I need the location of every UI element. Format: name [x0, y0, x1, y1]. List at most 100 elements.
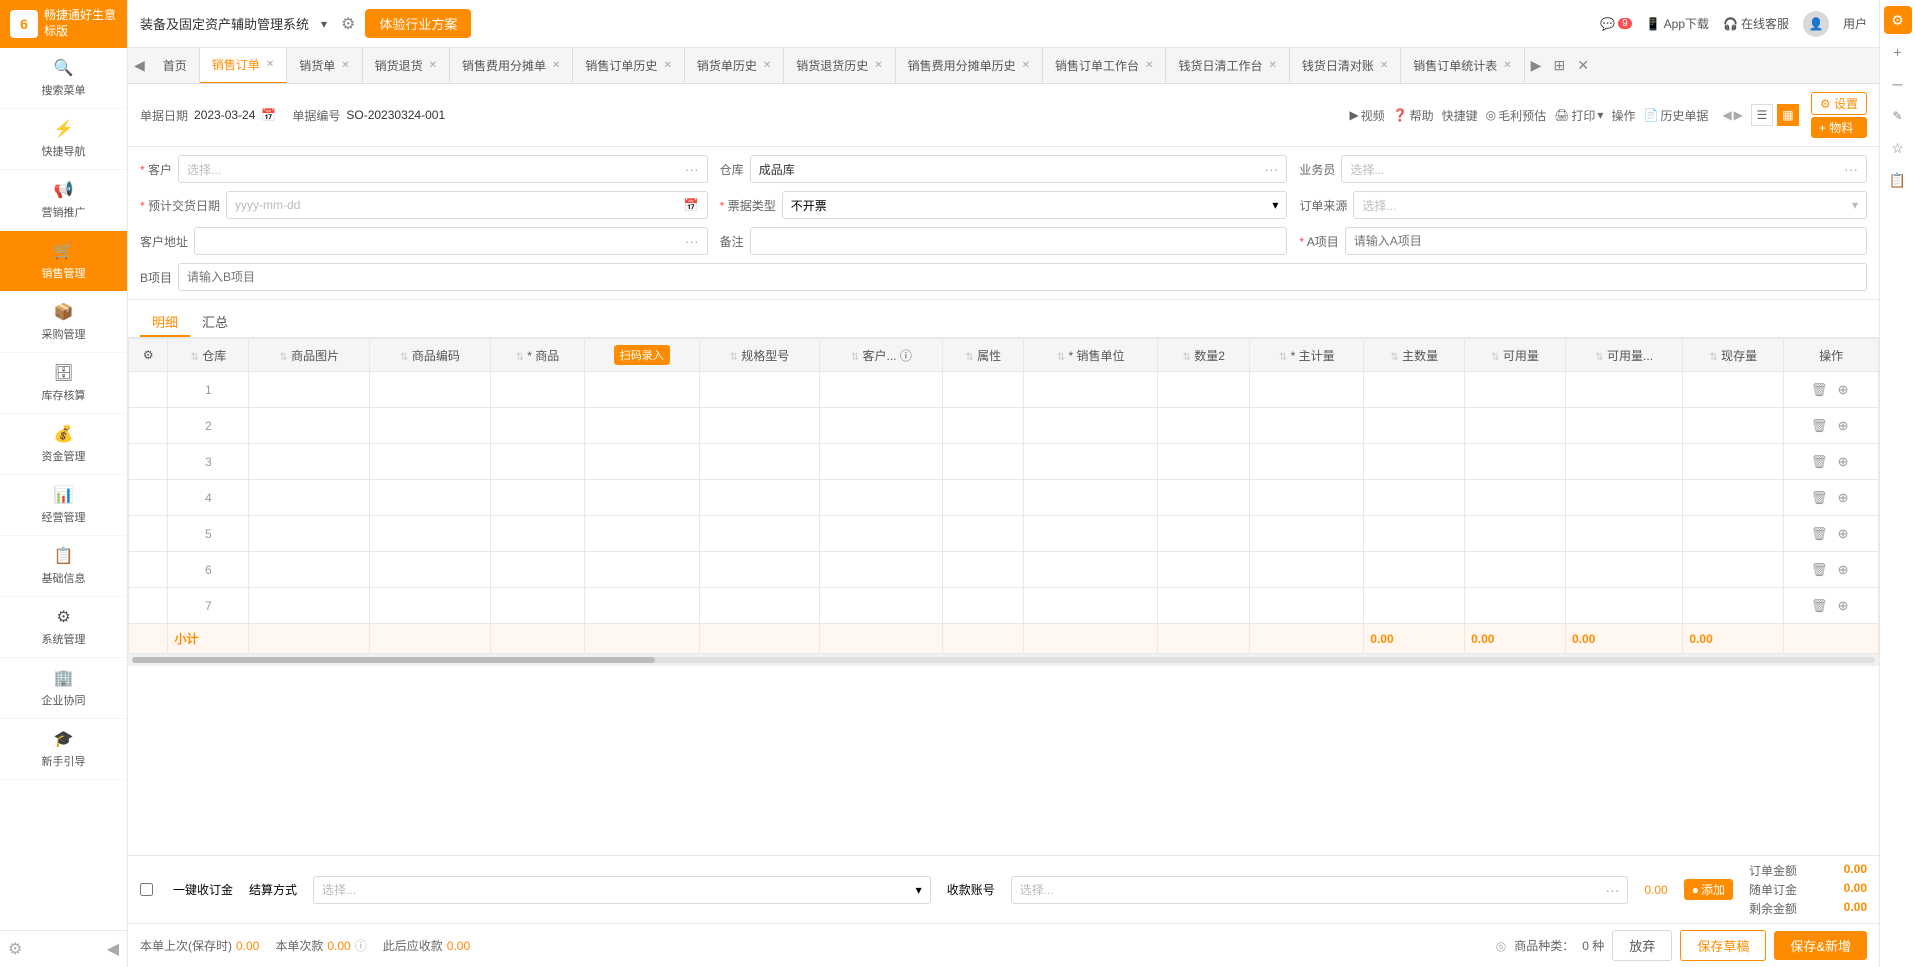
tab-close-11[interactable]: ✕	[1380, 60, 1388, 71]
online-service-btn[interactable]: 🎧 在线客服	[1723, 15, 1789, 32]
right-panel-icon-4[interactable]: ✎	[1884, 102, 1912, 130]
salesperson-dots-btn[interactable]: ···	[1844, 161, 1858, 177]
settings-btn[interactable]: ⚙ 设置	[1811, 92, 1867, 115]
remarks-input[interactable]	[750, 227, 1288, 255]
row-copy-4[interactable]: ⊕	[1833, 488, 1853, 508]
salesperson-input[interactable]: 选择... ···	[1341, 155, 1867, 183]
customer-dots-btn[interactable]: ···	[685, 161, 699, 177]
right-panel-icon-5[interactable]: ☆	[1884, 134, 1912, 162]
sort-icon-available[interactable]: ⇅	[1491, 352, 1499, 363]
right-panel-icon-2[interactable]: +	[1884, 38, 1912, 66]
sidebar-item-sales[interactable]: 🛒销售管理	[0, 231, 127, 292]
tab-12[interactable]: 销售订单统计表✕	[1401, 48, 1524, 84]
customer-input[interactable]: 选择... ···	[178, 155, 708, 183]
tab-8[interactable]: 销售费用分摊单历史✕	[896, 48, 1043, 84]
sort-icon-spec[interactable]: ⇅	[730, 352, 738, 363]
tab-5[interactable]: 销售订单历史✕	[573, 48, 684, 84]
sidebar-settings-icon[interactable]: ⚙	[8, 939, 22, 959]
warehouse-dots-btn[interactable]: ···	[1264, 161, 1278, 177]
tab-close-8[interactable]: ✕	[1022, 60, 1030, 71]
tab-3[interactable]: 销货退货✕	[363, 48, 450, 84]
tab-close-5[interactable]: ✕	[663, 60, 671, 71]
sidebar-item-operations[interactable]: 📊经营管理	[0, 475, 127, 536]
address-dots-btn[interactable]: ···	[685, 233, 699, 249]
tab-0[interactable]: 首页	[151, 48, 200, 84]
add-material-btn[interactable]: + 物料	[1811, 117, 1867, 138]
print-dropdown-icon[interactable]: ▾	[1597, 108, 1603, 122]
tab-11[interactable]: 钱货日清对账✕	[1290, 48, 1401, 84]
one-click-checkbox[interactable]	[140, 883, 153, 896]
detail-tab-1[interactable]: 汇总	[190, 308, 240, 337]
sidebar-collapse-icon[interactable]: ◀	[107, 939, 119, 959]
account-select[interactable]: 选择... ···	[1011, 876, 1629, 904]
gear-col-icon[interactable]: ⚙	[143, 348, 154, 362]
delivery-input[interactable]: yyyy-mm-dd 📅	[226, 191, 708, 219]
invoice-select[interactable]: 不开票 ▾	[782, 191, 1288, 219]
sort-icon-main_qty[interactable]: ⇅	[1390, 352, 1398, 363]
order-source-input[interactable]: 选择... ▾	[1353, 191, 1867, 219]
row-copy-1[interactable]: ⊕	[1833, 380, 1853, 400]
right-panel-icon-6[interactable]: 📋	[1884, 166, 1912, 194]
right-panel-icon-1[interactable]: ⚙	[1884, 6, 1912, 34]
tab-10[interactable]: 钱货日清工作台✕	[1166, 48, 1289, 84]
sort-icon-code[interactable]: ⇅	[400, 352, 408, 363]
sidebar-item-inventory[interactable]: 🗄库存核算	[0, 353, 127, 414]
grid-view-btn[interactable]: ▦	[1777, 104, 1799, 126]
row-copy-3[interactable]: ⊕	[1833, 452, 1853, 472]
topbar-settings-icon[interactable]: ⚙	[341, 14, 355, 34]
experience-btn[interactable]: 体验行业方案	[365, 9, 471, 38]
row-copy-5[interactable]: ⊕	[1833, 524, 1853, 544]
tab-close-3[interactable]: ✕	[429, 60, 437, 71]
discard-btn[interactable]: 放弃	[1612, 930, 1672, 961]
row-delete-6[interactable]: 🗑	[1809, 560, 1829, 580]
list-view-btn[interactable]: ☰	[1751, 104, 1773, 126]
scan-btn[interactable]: 扫码录入	[614, 345, 670, 365]
payment-method-select[interactable]: 选择... ▾	[313, 876, 931, 904]
sidebar-item-guide[interactable]: 🎓新手引导	[0, 719, 127, 780]
sidebar-item-search[interactable]: 🔍搜索菜单	[0, 48, 127, 109]
tab-6[interactable]: 销货单历史✕	[685, 48, 784, 84]
save-draft-btn[interactable]: 保存草稿	[1680, 930, 1766, 961]
profit-btn[interactable]: ◎ 毛利预估	[1486, 107, 1547, 124]
tab-more-btn[interactable]: ⊞	[1547, 48, 1571, 84]
sidebar-item-system[interactable]: ⚙系统管理	[0, 597, 127, 658]
row-delete-7[interactable]: 🗑	[1809, 596, 1829, 616]
b-project-input[interactable]	[178, 263, 1867, 291]
next-record-icon[interactable]: ▶	[1734, 108, 1743, 122]
message-btn[interactable]: 💬 9	[1600, 17, 1632, 31]
history-btn[interactable]: 📄 历史单据	[1643, 107, 1708, 124]
row-delete-1[interactable]: 🗑	[1809, 380, 1829, 400]
user-avatar[interactable]: 👤	[1803, 11, 1829, 37]
address-input[interactable]: ···	[194, 227, 708, 255]
tab-close-12[interactable]: ✕	[1503, 60, 1511, 71]
row-copy-2[interactable]: ⊕	[1833, 416, 1853, 436]
tab-prev-btn[interactable]: ◀	[128, 48, 151, 84]
a-project-input[interactable]	[1345, 227, 1867, 255]
detail-tab-0[interactable]: 明细	[140, 308, 190, 337]
row-delete-3[interactable]: 🗑	[1809, 452, 1829, 472]
tab-close-9[interactable]: ✕	[1145, 60, 1153, 71]
tab-close-6[interactable]: ✕	[763, 60, 771, 71]
sort-icon-attr[interactable]: ⇅	[965, 352, 973, 363]
sidebar-item-basic-info[interactable]: 📋基础信息	[0, 536, 127, 597]
tab-close-1[interactable]: ✕	[266, 59, 274, 70]
row-delete-5[interactable]: 🗑	[1809, 524, 1829, 544]
sidebar-item-enterprise[interactable]: 🏢企业协同	[0, 658, 127, 719]
sort-icon-unit[interactable]: ⇅	[1057, 352, 1065, 363]
account-dots-btn[interactable]: ···	[1605, 882, 1619, 898]
warehouse-input[interactable]: 成品库 ···	[750, 155, 1288, 183]
sort-icon-warehouse[interactable]: ⇅	[191, 352, 199, 363]
horizontal-scrollbar[interactable]	[128, 654, 1879, 666]
sort-icon-main_unit[interactable]: ⇅	[1279, 352, 1287, 363]
tab-9[interactable]: 销售订单工作台✕	[1043, 48, 1166, 84]
tab-7[interactable]: 销货退货历史✕	[784, 48, 895, 84]
tab-4[interactable]: 销售费用分摊单✕	[450, 48, 573, 84]
print-btn[interactable]: 🖨 打印 ▾	[1554, 107, 1603, 124]
shortcut-btn[interactable]: 快捷键	[1442, 107, 1478, 124]
sort-icon-available2[interactable]: ⇅	[1595, 352, 1603, 363]
prev-record-icon[interactable]: ◀	[1722, 108, 1731, 122]
tab-2[interactable]: 销货单✕	[287, 48, 362, 84]
row-delete-4[interactable]: 🗑	[1809, 488, 1829, 508]
sidebar-item-purchase[interactable]: 📦采购管理	[0, 292, 127, 353]
sidebar-item-quick-nav[interactable]: ⚡快捷导航	[0, 109, 127, 170]
